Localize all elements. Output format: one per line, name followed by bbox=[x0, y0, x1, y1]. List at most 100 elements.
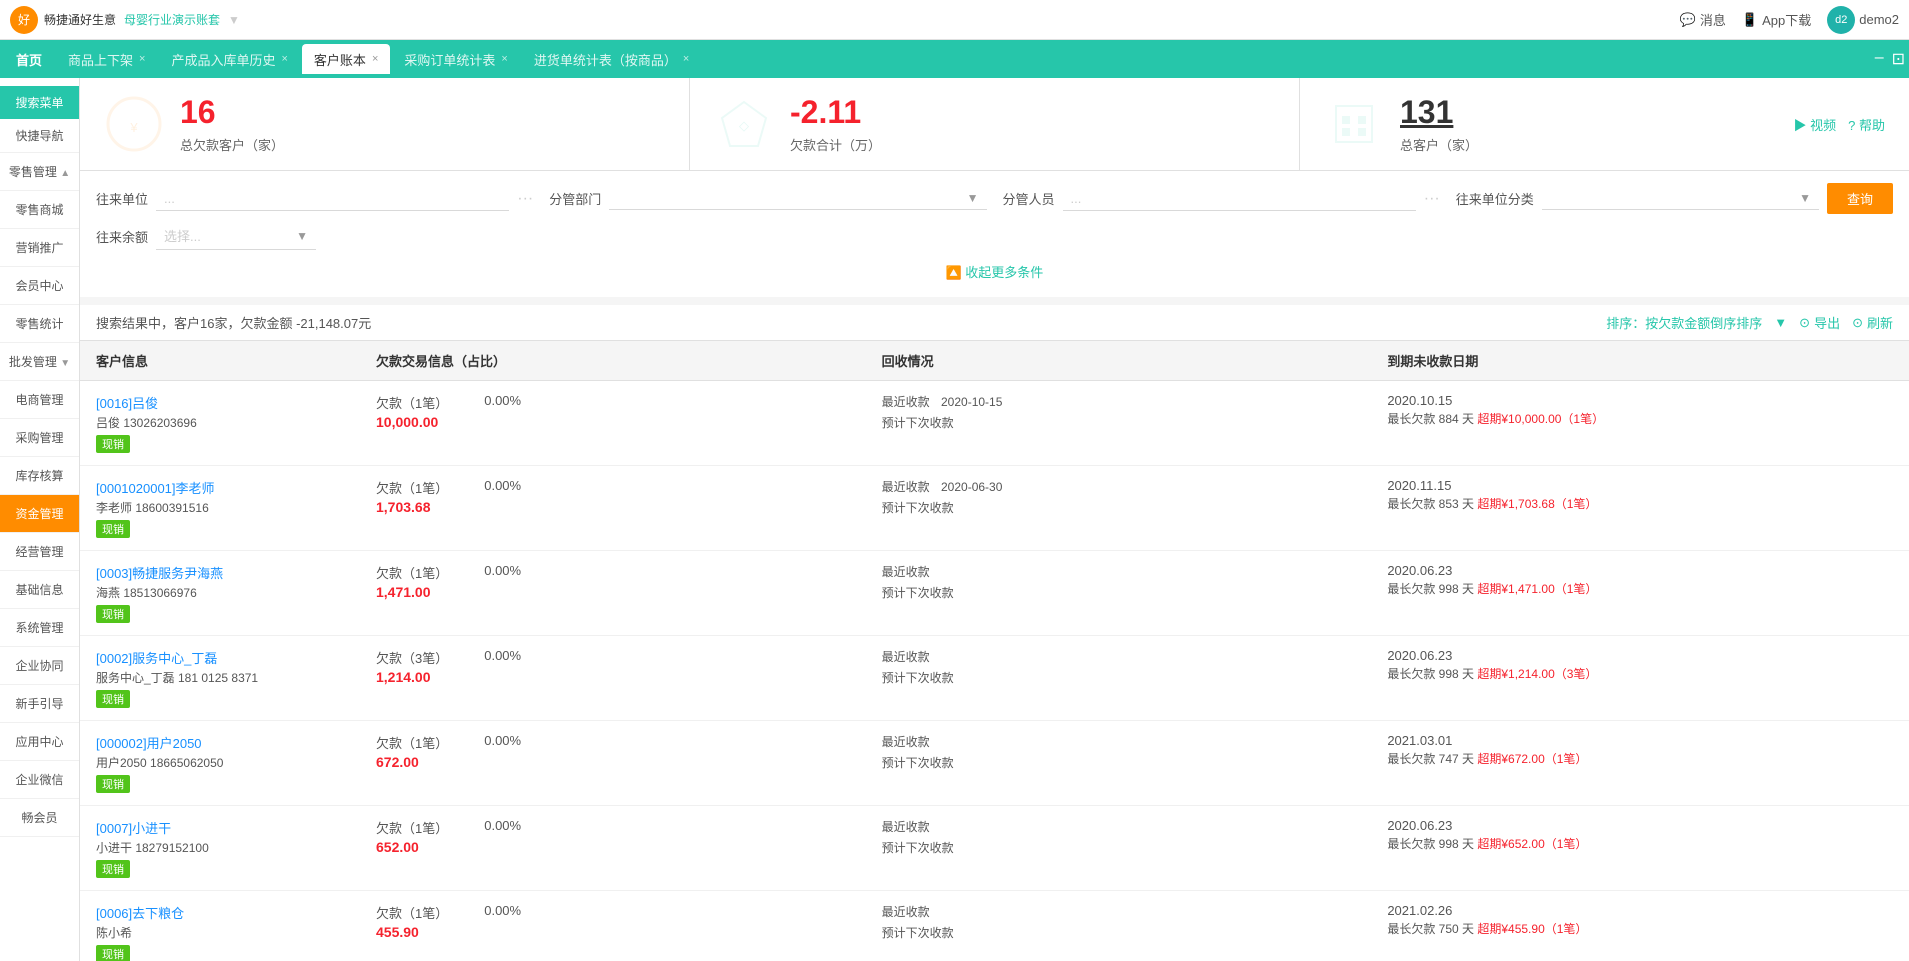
debt-amount-6[interactable]: 652.00 bbox=[376, 839, 448, 855]
user-area[interactable]: d2 demo2 bbox=[1827, 6, 1899, 34]
filter-row-1: 往来单位 ··· 分管部门 ▼ 分管人员 ··· 往来 bbox=[96, 183, 1893, 214]
stat-value-debt-amount: -2.11 bbox=[790, 94, 881, 131]
customer-name-3[interactable]: 畅捷服务尹海燕 bbox=[132, 566, 223, 581]
sidebar-item-apps[interactable]: 应用中心 bbox=[0, 723, 79, 761]
debt-amount-3[interactable]: 1,471.00 bbox=[376, 584, 448, 600]
sidebar-item-finance[interactable]: 资金管理 bbox=[0, 495, 79, 533]
sidebar-item-new-guide[interactable]: 新手引导 bbox=[0, 685, 79, 723]
tab-incoming-stats-close[interactable]: × bbox=[683, 53, 689, 65]
customer-phone-7: 陈小希 bbox=[96, 924, 376, 941]
sidebar-item-enterprise-wechat[interactable]: 企业微信 bbox=[0, 761, 79, 799]
customer-name-6[interactable]: 小进干 bbox=[132, 821, 171, 836]
sidebar-search[interactable]: 搜索菜单 bbox=[0, 86, 79, 119]
overdue-amount-5[interactable]: 超期¥672.00（1笔） bbox=[1477, 752, 1587, 766]
search-btn[interactable]: 查询 bbox=[1827, 183, 1893, 214]
tab-minimize-icon[interactable]: – bbox=[1875, 49, 1884, 69]
filter-supplier-dots[interactable]: ··· bbox=[517, 190, 533, 208]
app-download-label: App下载 bbox=[1762, 10, 1811, 29]
sort-dropdown[interactable]: ▼ bbox=[1774, 315, 1787, 330]
sidebar-item-retail-stats[interactable]: 零售统计 bbox=[0, 305, 79, 343]
debt-amount-4[interactable]: 1,214.00 bbox=[376, 669, 448, 685]
overdue-amount-4[interactable]: 超期¥1,214.00（3笔） bbox=[1477, 667, 1597, 681]
filter-collapse-btn[interactable]: 🔼 收起更多条件 bbox=[96, 258, 1893, 285]
sidebar-item-vip-member[interactable]: 畅会员 bbox=[0, 799, 79, 837]
tab-production-history-close[interactable]: × bbox=[281, 53, 287, 65]
app-download-btn[interactable]: 📱 App下载 bbox=[1742, 10, 1811, 29]
filter-category-select[interactable]: ▼ bbox=[1542, 187, 1819, 210]
tab-incoming-stats-label: 进货单统计表（按商品） bbox=[534, 50, 677, 69]
tab-home[interactable]: 首页 bbox=[4, 44, 54, 74]
tab-incoming-stats[interactable]: 进货单统计表（按商品） × bbox=[522, 44, 701, 74]
export-btn[interactable]: ⊙ 导出 bbox=[1799, 313, 1840, 332]
sidebar-item-purchase-mgmt[interactable]: 采购管理 bbox=[0, 419, 79, 457]
dropdown-arrow: ▼ bbox=[228, 13, 240, 27]
help-btn[interactable]: ? 帮助 bbox=[1848, 115, 1885, 134]
table-row: [0002]服务中心_丁磊 服务中心_丁磊 181 0125 8371 现销 欠… bbox=[80, 636, 1909, 721]
sidebar-item-marketing[interactable]: 营销推广 bbox=[0, 229, 79, 267]
filter-supplier-input[interactable] bbox=[156, 187, 509, 211]
tab-products-offline-close[interactable]: × bbox=[139, 53, 145, 65]
stat-label-debt-amount: 欠款合计（万） bbox=[790, 135, 881, 154]
sidebar-item-ecommerce[interactable]: 电商管理 bbox=[0, 381, 79, 419]
tab-customer-account[interactable]: 客户账本 × bbox=[302, 44, 390, 74]
filter-person-input[interactable] bbox=[1063, 187, 1416, 211]
customer-name-5[interactable]: 用户2050 bbox=[147, 736, 202, 751]
tab-purchase-order-stats[interactable]: 采购订单统计表 × bbox=[392, 44, 519, 74]
username: demo2 bbox=[1859, 12, 1899, 27]
view-video-btn[interactable]: ▶ 视频 bbox=[1793, 115, 1836, 134]
overdue-amount-6[interactable]: 超期¥652.00（1笔） bbox=[1477, 837, 1587, 851]
debt-percent-1: 0.00% bbox=[484, 393, 521, 408]
overdue-amount-2[interactable]: 超期¥1,703.68（1笔） bbox=[1477, 497, 1597, 511]
tab-maximize-icon[interactable]: ⊡ bbox=[1892, 49, 1905, 69]
customer-name-1[interactable]: 吕俊 bbox=[132, 396, 158, 411]
debt-cell-4: 欠款（3笔） 1,214.00 0.00% bbox=[376, 648, 882, 685]
customer-tag-1: 现销 bbox=[96, 435, 130, 453]
message-btn[interactable]: 💬 消息 bbox=[1680, 10, 1726, 29]
customer-tag-5: 现销 bbox=[96, 775, 130, 793]
filter-row-2: 往来余额 选择... ▼ bbox=[96, 222, 1893, 250]
tab-production-history[interactable]: 产成品入库单历史 × bbox=[159, 44, 299, 74]
refresh-icon: ⊙ bbox=[1852, 315, 1863, 331]
sidebar-item-retail-mgmt[interactable]: 零售管理 ▲ bbox=[0, 153, 79, 191]
customer-name-7[interactable]: 去下粮仓 bbox=[132, 906, 184, 921]
sidebar-item-system[interactable]: 系统管理 bbox=[0, 609, 79, 647]
tab-customer-account-close[interactable]: × bbox=[372, 53, 378, 65]
filter-dept-select[interactable]: ▼ bbox=[609, 187, 986, 210]
filter-dept-field: 分管部门 ▼ bbox=[549, 187, 986, 210]
company-selector[interactable]: 母婴行业演示账套 bbox=[124, 11, 220, 28]
next-label-3: 预计下次收款 bbox=[882, 584, 1388, 601]
overdue-days-6: 最长欠款 998 天 超期¥652.00（1笔） bbox=[1387, 835, 1893, 852]
sidebar-item-inventory[interactable]: 库存核算 bbox=[0, 457, 79, 495]
debt-amount-2[interactable]: 1,703.68 bbox=[376, 499, 448, 515]
customer-phone-2: 李老师 18600391516 bbox=[96, 499, 376, 516]
sidebar-item-enterprise[interactable]: 企业协同 bbox=[0, 647, 79, 685]
debt-amount-7[interactable]: 455.90 bbox=[376, 924, 448, 940]
stat-value-debt-customers: 16 bbox=[180, 94, 284, 131]
filter-person-dots[interactable]: ··· bbox=[1424, 190, 1440, 208]
refresh-btn[interactable]: ⊙ 刷新 bbox=[1852, 313, 1893, 332]
message-icon: 💬 bbox=[1680, 12, 1696, 28]
debt-amount-1[interactable]: 10,000.00 bbox=[376, 414, 448, 430]
overdue-date-1: 2020.10.15 bbox=[1387, 393, 1893, 408]
tab-purchase-order-stats-close[interactable]: × bbox=[501, 53, 507, 65]
overdue-amount-7[interactable]: 超期¥455.90（1笔） bbox=[1477, 922, 1587, 936]
customer-name-4[interactable]: 服务中心_丁磊 bbox=[132, 651, 217, 666]
sidebar-item-business-mgmt[interactable]: 经营管理 bbox=[0, 533, 79, 571]
overdue-7: 2021.02.26 最长欠款 750 天 超期¥455.90（1笔） bbox=[1387, 903, 1893, 937]
filter-balance-select[interactable]: 选择... ▼ bbox=[156, 222, 316, 250]
overdue-amount-3[interactable]: 超期¥1,471.00（1笔） bbox=[1477, 582, 1597, 596]
overdue-amount-1[interactable]: 超期¥10,000.00（1笔） bbox=[1477, 412, 1604, 426]
customer-tag-3: 现销 bbox=[96, 605, 130, 623]
tab-products-offline[interactable]: 商品上下架 × bbox=[56, 44, 157, 74]
debt-amount-5[interactable]: 672.00 bbox=[376, 754, 448, 770]
customer-info-4: [0002]服务中心_丁磊 服务中心_丁磊 181 0125 8371 现销 bbox=[96, 648, 376, 708]
results-bar: 搜索结果中，客户16家，欠款金额 -21,148.07元 排序：按欠款金额倒序排… bbox=[80, 305, 1909, 341]
sidebar-item-basic-info[interactable]: 基础信息 bbox=[0, 571, 79, 609]
sidebar-quick-nav[interactable]: 快捷导航 bbox=[0, 119, 79, 153]
sidebar-item-retail-mall[interactable]: 零售商城 bbox=[0, 191, 79, 229]
overdue-5: 2021.03.01 最长欠款 747 天 超期¥672.00（1笔） bbox=[1387, 733, 1893, 767]
debt-percent-2: 0.00% bbox=[484, 478, 521, 493]
sidebar-item-batch-mgmt[interactable]: 批发管理 ▼ bbox=[0, 343, 79, 381]
sidebar-item-member-center[interactable]: 会员中心 bbox=[0, 267, 79, 305]
customer-name-2[interactable]: 李老师 bbox=[176, 481, 215, 496]
